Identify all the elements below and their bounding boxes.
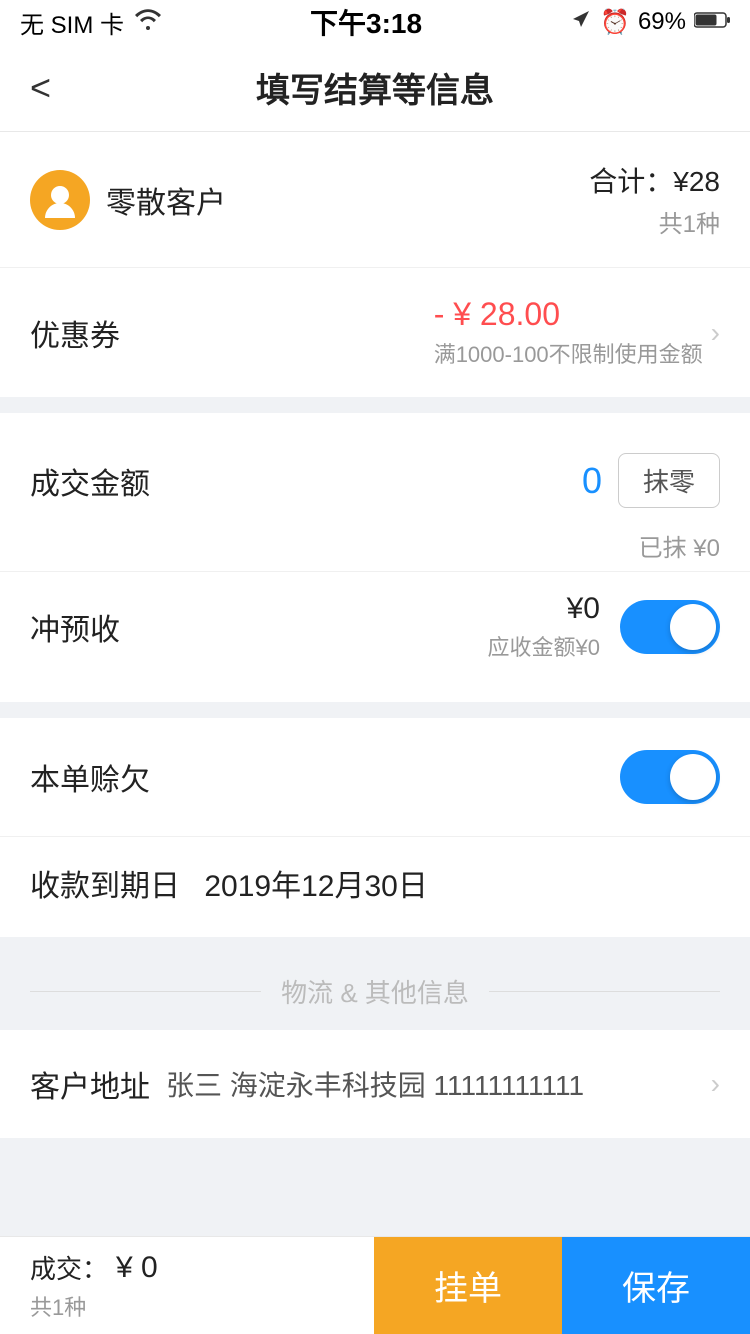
debt-label: 本单赊欠 — [30, 755, 150, 799]
save-button[interactable]: 保存 — [562, 1237, 750, 1334]
status-left: 无 SIM 卡 — [20, 5, 162, 40]
address-label: 客户地址 — [30, 1062, 150, 1106]
coupon-right: - ¥ 28.00 满1000-100不限制使用金额 › — [434, 296, 720, 369]
prepayment-amount: ¥0 — [488, 592, 600, 626]
prepayment-toggle[interactable] — [620, 600, 720, 654]
alarm-icon: ⏰ — [600, 8, 630, 37]
due-date-value: 2019年12月30日 — [204, 870, 427, 903]
bottom-deal-label: 成交： — [30, 1249, 108, 1286]
save-button-label: 保存 — [622, 1261, 690, 1310]
bottom-bar: 成交： ¥ 0 共1种 挂单 保存 — [0, 1236, 750, 1334]
bottom-deal: 成交： ¥ 0 — [30, 1249, 344, 1286]
debt-row: 本单赊欠 — [0, 718, 750, 836]
customer-section: 零散客户 合计：¥28 共1种 优惠券 - ¥ 28.00 满1000-100不… — [0, 132, 750, 397]
transaction-amount-value: 0 — [582, 460, 602, 502]
prepayment-amount-block: ¥0 应收金额¥0 — [488, 592, 600, 662]
round-off-sub-text: 已抹 ¥0 — [0, 528, 750, 571]
customer-summary: 合计：¥28 共1种 — [589, 160, 720, 239]
time-text: 下午3:18 — [310, 2, 422, 42]
coupon-row[interactable]: 优惠券 - ¥ 28.00 满1000-100不限制使用金额 › — [0, 267, 750, 397]
coupon-amount: - ¥ 28.00 — [434, 296, 703, 333]
due-date-row: 收款到期日 2019年12月30日 — [0, 836, 750, 937]
customer-name: 零散客户 — [106, 178, 226, 222]
bottom-spacer — [0, 1138, 750, 1236]
battery-icon — [694, 8, 730, 36]
hold-button-label: 挂单 — [434, 1261, 502, 1310]
due-date-label: 收款到期日 — [30, 870, 180, 903]
round-off-button[interactable]: 抹零 — [618, 453, 720, 508]
bottom-count: 共1种 — [30, 1290, 344, 1322]
logistics-divider-text: 物流 & 其他信息 — [281, 973, 469, 1010]
back-button[interactable]: < — [30, 67, 51, 109]
prepayment-right: ¥0 应收金额¥0 — [488, 592, 720, 662]
hold-button[interactable]: 挂单 — [374, 1237, 562, 1334]
address-row[interactable]: 客户地址 张三 海淀永丰科技园 11111111111 › — [0, 1030, 750, 1138]
customer-left: 零散客户 — [30, 170, 226, 230]
address-chevron-icon: › — [711, 1068, 720, 1100]
page-title: 填写结算等信息 — [256, 63, 494, 112]
coupon-desc: 满1000-100不限制使用金额 — [434, 337, 703, 369]
debt-section: 本单赊欠 收款到期日 2019年12月30日 — [0, 718, 750, 937]
transaction-amount-label: 成交金额 — [30, 459, 150, 503]
transaction-amount-row: 成交金额 0 抹零 — [0, 433, 750, 528]
prepayment-row: 冲预收 ¥0 应收金额¥0 — [0, 571, 750, 682]
battery-percent: 69% — [638, 8, 686, 36]
nav-bar: < 填写结算等信息 — [0, 44, 750, 132]
bottom-deal-amount: ¥ 0 — [116, 1251, 158, 1285]
coupon-label: 优惠券 — [30, 311, 120, 355]
bottom-info: 成交： ¥ 0 共1种 — [0, 1249, 374, 1322]
amount-section: 成交金额 0 抹零 已抹 ¥0 冲预收 ¥0 应收金额¥0 — [0, 413, 750, 702]
transaction-amount-right: 0 抹零 — [582, 453, 720, 508]
location-icon — [570, 8, 592, 37]
chevron-right-icon: › — [711, 317, 720, 349]
customer-avatar — [30, 170, 90, 230]
status-right: ⏰ 69% — [570, 8, 730, 37]
total-amount: 合计：¥28 — [589, 160, 720, 200]
status-bar: 无 SIM 卡 下午3:18 ⏰ 69% — [0, 0, 750, 44]
debt-toggle-knob — [670, 754, 716, 800]
logistics-divider: 物流 & 其他信息 — [0, 953, 750, 1030]
total-count: 共1种 — [589, 204, 720, 239]
prepayment-toggle-knob — [670, 604, 716, 650]
prepayment-label: 冲预收 — [30, 605, 120, 649]
carrier-text: 无 SIM 卡 — [20, 5, 124, 40]
address-section: 客户地址 张三 海淀永丰科技园 11111111111 › — [0, 1030, 750, 1138]
address-value: 张三 海淀永丰科技园 11111111111 — [166, 1064, 695, 1104]
customer-row: 零散客户 合计：¥28 共1种 — [0, 132, 750, 267]
prepayment-sub-text: 应收金额¥0 — [488, 630, 600, 662]
debt-toggle[interactable] — [620, 750, 720, 804]
wifi-icon — [134, 8, 162, 37]
